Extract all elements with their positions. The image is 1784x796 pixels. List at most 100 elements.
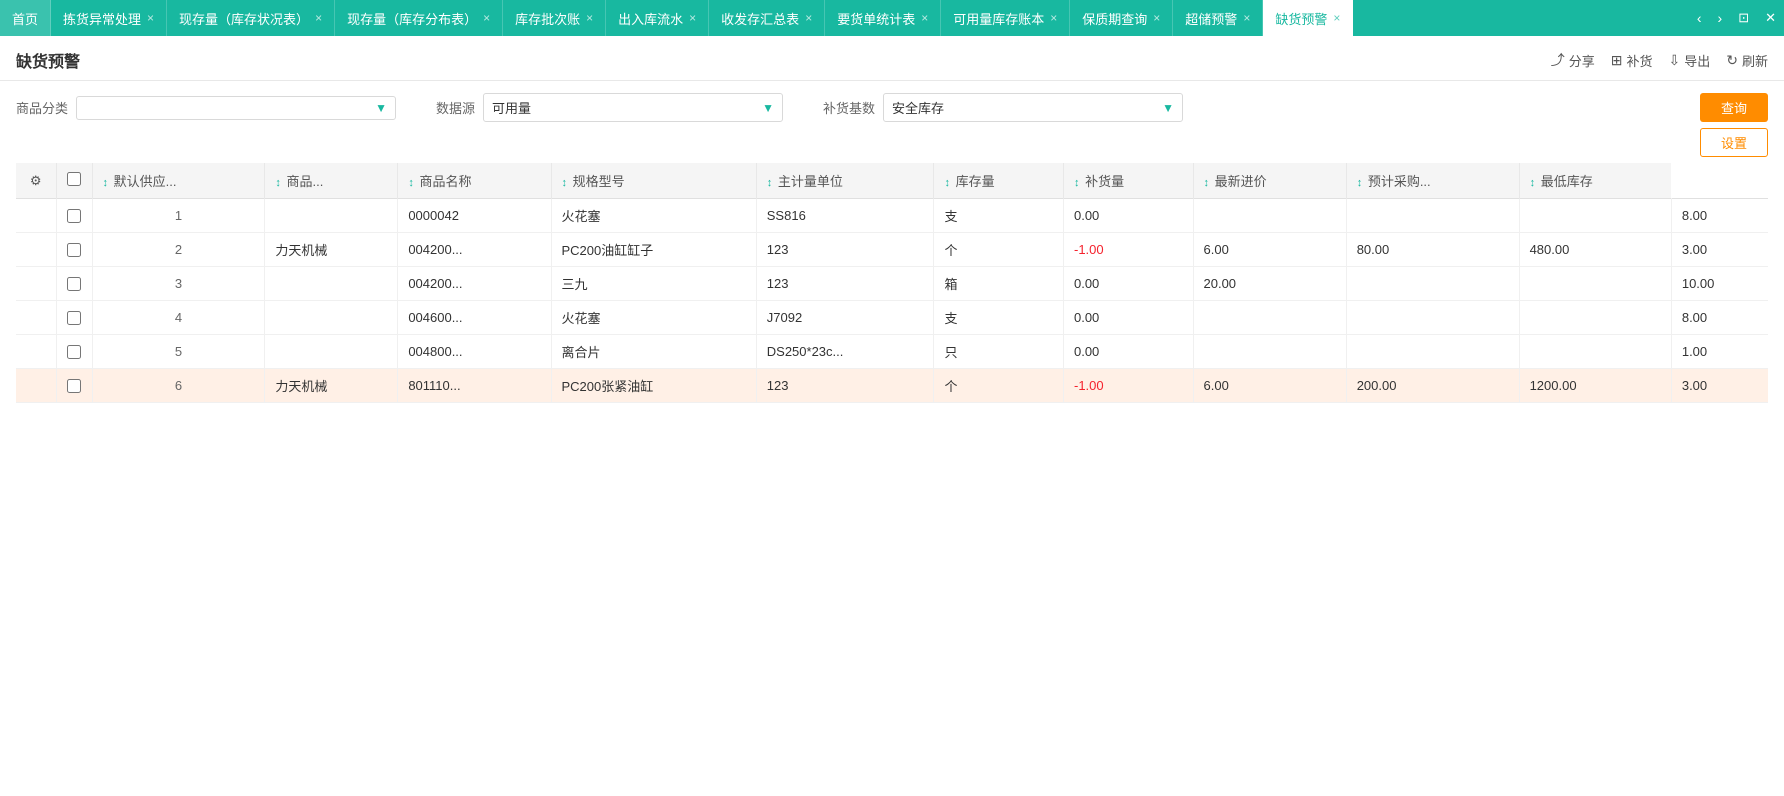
restock-select-value: 安全库存: [892, 98, 1154, 117]
th-supplier-label: 默认供应...: [114, 174, 177, 189]
row-stock-cell: 0.00: [1063, 335, 1193, 369]
replenish-icon: ⊞: [1611, 52, 1623, 69]
row-check-cell: [56, 301, 92, 335]
sort-stock-icon: ↕: [944, 177, 950, 189]
row-check-cell: [56, 199, 92, 233]
th-est-purchase[interactable]: ↕ 预计采购...: [1346, 163, 1519, 199]
row-checkbox-3[interactable]: [67, 311, 81, 325]
row-checkbox-2[interactable]: [67, 277, 81, 291]
close-tab-7[interactable]: ×: [921, 11, 928, 25]
row-latest-price-cell: [1346, 301, 1519, 335]
nav-close-btn[interactable]: ✕: [1757, 0, 1784, 36]
nav-tab-10[interactable]: 超储预警 ×: [1173, 0, 1263, 36]
export-icon: ⇩: [1669, 52, 1681, 69]
close-tab-3[interactable]: ×: [483, 11, 490, 25]
row-est-purchase-cell: [1519, 199, 1671, 233]
nav-tab-8[interactable]: 可用量库存账本 ×: [941, 0, 1070, 36]
category-select[interactable]: ▼: [76, 96, 396, 120]
close-tab-10[interactable]: ×: [1243, 11, 1250, 25]
nav-tab-2-label: 现存量（库存状况表）: [179, 9, 309, 28]
datasource-select[interactable]: 可用量 ▼: [483, 93, 783, 122]
row-supplier-cell: [265, 301, 398, 335]
row-checkbox-5[interactable]: [67, 379, 81, 393]
row-goods-name-cell: 火花塞: [551, 301, 756, 335]
row-supplier-cell: [265, 267, 398, 301]
close-tab-11[interactable]: ×: [1333, 11, 1340, 25]
nav-tab-4[interactable]: 库存批次账 ×: [503, 0, 606, 36]
restock-select[interactable]: 安全库存 ▼: [883, 93, 1183, 122]
nav-tab-3-label: 现存量（库存分布表）: [347, 9, 477, 28]
th-min-stock[interactable]: ↕ 最低库存: [1519, 163, 1671, 199]
row-supplier-cell: [265, 335, 398, 369]
row-num-cell: 2: [92, 233, 265, 267]
row-goods-name-cell: 三九: [551, 267, 756, 301]
row-est-purchase-cell: 1200.00: [1519, 369, 1671, 403]
th-stock[interactable]: ↕ 库存量: [934, 163, 1064, 199]
th-supplier[interactable]: ↕ 默认供应...: [92, 163, 265, 199]
nav-tab-1[interactable]: 拣货异常处理 ×: [51, 0, 167, 36]
row-checkbox-1[interactable]: [67, 243, 81, 257]
nav-tab-7[interactable]: 要货单统计表 ×: [825, 0, 941, 36]
row-unit-cell: 支: [934, 199, 1064, 233]
refresh-button[interactable]: ↻ 刷新: [1726, 51, 1768, 70]
nav-tab-2[interactable]: 现存量（库存状况表） ×: [167, 0, 335, 36]
row-check-cell: [56, 369, 92, 403]
row-est-purchase-cell: [1519, 267, 1671, 301]
check-all-checkbox[interactable]: [67, 172, 81, 186]
export-button[interactable]: ⇩ 导出: [1669, 51, 1711, 70]
nav-next-arrow[interactable]: ›: [1710, 0, 1731, 36]
nav-tab-9[interactable]: 保质期查询 ×: [1070, 0, 1173, 36]
th-restock-qty[interactable]: ↕ 补货量: [1063, 163, 1193, 199]
share-button[interactable]: ⤴ 分享: [1551, 50, 1595, 70]
row-goods-name-cell: PC200张紧油缸: [551, 369, 756, 403]
row-goods-code-cell: 0000042: [398, 199, 551, 233]
refresh-icon: ↻: [1726, 52, 1738, 69]
th-goods-code[interactable]: ↕ 商品...: [265, 163, 398, 199]
close-tab-5[interactable]: ×: [689, 11, 696, 25]
th-spec[interactable]: ↕ 规格型号: [551, 163, 756, 199]
close-tab-6[interactable]: ×: [805, 11, 812, 25]
close-tab-2[interactable]: ×: [315, 11, 322, 25]
th-goods-name[interactable]: ↕ 商品名称: [398, 163, 551, 199]
close-tab-9[interactable]: ×: [1153, 11, 1160, 25]
settings-button[interactable]: 设置: [1700, 128, 1768, 157]
row-stock-cell: -1.00: [1063, 369, 1193, 403]
table-row: 4 004600... 火花塞 J7092 支 0.00 8.00: [16, 301, 1768, 335]
th-unit[interactable]: ↕ 主计量单位: [756, 163, 934, 199]
sort-price-icon: ↕: [1204, 177, 1210, 189]
th-settings[interactable]: ⚙: [16, 163, 56, 199]
share-icon: ⤴: [1551, 50, 1565, 70]
close-tab-8[interactable]: ×: [1050, 11, 1057, 25]
th-latest-price[interactable]: ↕ 最新进价: [1193, 163, 1346, 199]
row-latest-price-cell: [1346, 267, 1519, 301]
nav-tab-5[interactable]: 出入库流水 ×: [606, 0, 709, 36]
nav-tab-home[interactable]: 首页: [0, 0, 51, 36]
row-checkbox-0[interactable]: [67, 209, 81, 223]
table-header-row: ⚙ ↕ 默认供应... ↕ 商品... ↕ 商品名称: [16, 163, 1768, 199]
th-min-stock-label: 最低库存: [1541, 174, 1593, 189]
row-num-cell: 5: [92, 335, 265, 369]
nav-tab-9-label: 保质期查询: [1082, 9, 1147, 28]
table-row: 1 0000042 火花塞 SS816 支 0.00 8.00: [16, 199, 1768, 233]
nav-tab-5-label: 出入库流水: [618, 9, 683, 28]
row-checkbox-4[interactable]: [67, 345, 81, 359]
row-unit-cell: 个: [934, 233, 1064, 267]
row-spec-cell: 123: [756, 233, 934, 267]
table-container: ⚙ ↕ 默认供应... ↕ 商品... ↕ 商品名称: [0, 163, 1784, 403]
replenish-button[interactable]: ⊞ 补货: [1611, 51, 1653, 70]
row-supplier-cell: [265, 199, 398, 233]
nav-tab-3[interactable]: 现存量（库存分布表） ×: [335, 0, 503, 36]
sort-supplier-icon: ↕: [103, 177, 109, 189]
close-tab-4[interactable]: ×: [586, 11, 593, 25]
row-latest-price-cell: [1346, 199, 1519, 233]
table-body: 1 0000042 火花塞 SS816 支 0.00 8.00 2 力天机械 0…: [16, 199, 1768, 403]
row-est-purchase-cell: [1519, 301, 1671, 335]
close-tab-1[interactable]: ×: [147, 11, 154, 25]
nav-tab-6[interactable]: 收发存汇总表 ×: [709, 0, 825, 36]
query-button[interactable]: 查询: [1700, 93, 1768, 122]
nav-restore-btn[interactable]: ⊡: [1730, 0, 1757, 36]
th-unit-label: 主计量单位: [778, 174, 843, 189]
row-restock-qty-cell: [1193, 199, 1346, 233]
nav-tab-11[interactable]: 缺货预警 ×: [1263, 0, 1353, 36]
nav-prev-arrow[interactable]: ‹: [1689, 0, 1710, 36]
